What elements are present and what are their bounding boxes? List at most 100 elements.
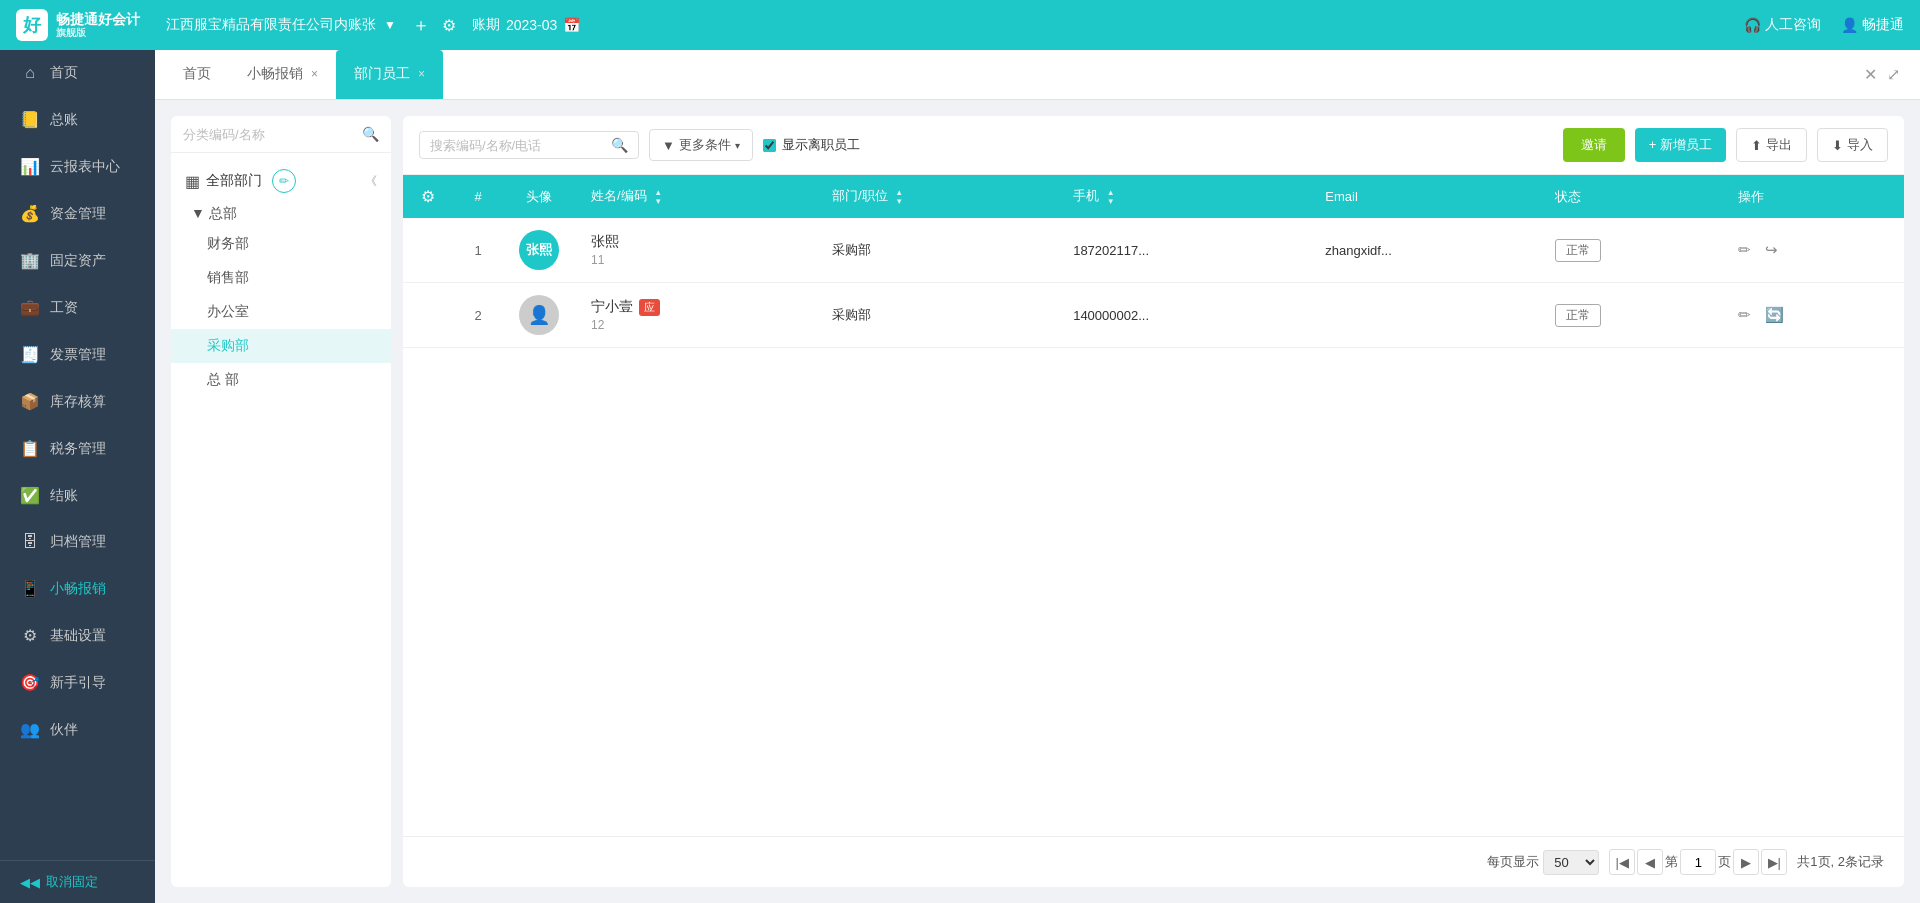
- dept-collapse-btn[interactable]: 《: [365, 173, 377, 190]
- export-btn[interactable]: ⬆ 导出: [1736, 128, 1807, 162]
- tab-home[interactable]: 首页: [165, 50, 229, 99]
- fixed-assets-icon: 🏢: [20, 251, 40, 270]
- toolbar: 🔍 ▼ 更多条件 ▾ 显示离职员工 邀请 + 新增员工: [403, 116, 1904, 175]
- close-all-icon[interactable]: ✕: [1864, 65, 1877, 84]
- import-btn[interactable]: ⬇ 导入: [1817, 128, 1888, 162]
- left-panel: 🔍 ▦ 全部部门 ✏ 《 ▼ 总部 财务部 销售部 办公室 采购部: [171, 116, 391, 887]
- unpin-btn[interactable]: ◀◀ 取消固定: [0, 860, 155, 903]
- dept-list: ▦ 全部部门 ✏ 《 ▼ 总部 财务部 销售部 办公室 采购部 总 部: [171, 153, 391, 887]
- sidebar-label-fund: 资金管理: [50, 205, 106, 223]
- calendar-icon[interactable]: 📅: [563, 17, 580, 33]
- search-icon[interactable]: 🔍: [611, 137, 628, 153]
- topbar: 好 畅捷通好会计 旗舰版 江西服宝精品有限责任公司内账张 ▼ ＋ ⚙ 账期 20…: [0, 0, 1920, 50]
- sidebar-item-ledger[interactable]: 📒 总账: [0, 96, 155, 143]
- sidebar-label-partner: 伙伴: [50, 721, 78, 739]
- sidebar-item-salary[interactable]: 💼 工资: [0, 284, 155, 331]
- sidebar-item-settings[interactable]: ⚙ 基础设置: [0, 612, 155, 659]
- support-btn[interactable]: 🎧 人工咨询: [1744, 16, 1821, 34]
- content-area: 首页 小畅报销 × 部门员工 × ✕ ⤢ 🔍: [155, 50, 1920, 903]
- td-avatar: 👤: [503, 283, 575, 348]
- avatar: 张熙: [519, 230, 559, 270]
- td-status: 正常: [1539, 218, 1721, 283]
- sidebar-item-inventory[interactable]: 📦 库存核算: [0, 378, 155, 425]
- td-num: 2: [453, 283, 503, 348]
- filter-btn[interactable]: ▼ 更多条件 ▾: [649, 129, 753, 161]
- home-icon: ⌂: [20, 64, 40, 82]
- sidebar-item-guide[interactable]: 🎯 新手引导: [0, 659, 155, 706]
- sidebar-item-archive[interactable]: 🗄 归档管理: [0, 519, 155, 565]
- th-settings[interactable]: ⚙: [403, 175, 453, 218]
- close-tab-xiaochang[interactable]: ×: [311, 67, 318, 81]
- td-email: [1309, 283, 1539, 348]
- th-name[interactable]: 姓名/编码 ▲▼: [575, 175, 816, 218]
- sort-name[interactable]: ▲▼: [654, 189, 662, 206]
- dept-all-item[interactable]: ▦ 全部部门 ✏ 《: [171, 161, 391, 201]
- invite-btn[interactable]: 邀请: [1563, 128, 1625, 162]
- td-phone: 140000002...: [1057, 283, 1309, 348]
- th-num: #: [453, 175, 503, 218]
- user-menu[interactable]: 👤 畅捷通: [1841, 16, 1904, 34]
- close-tab-dept-staff[interactable]: ×: [418, 67, 425, 81]
- tab-xiaochang[interactable]: 小畅报销 ×: [229, 50, 336, 99]
- dept-child-purchase[interactable]: 采购部: [171, 329, 391, 363]
- expand-icon[interactable]: ⤢: [1887, 65, 1900, 84]
- dept-child-finance[interactable]: 财务部: [171, 227, 391, 261]
- add-icon[interactable]: ＋: [412, 13, 430, 37]
- sidebar-item-invoice[interactable]: 🧾 发票管理: [0, 331, 155, 378]
- dept-child-general[interactable]: 总 部: [171, 363, 391, 397]
- dept-search-input[interactable]: [183, 127, 356, 142]
- sidebar-item-fund[interactable]: 💰 资金管理: [0, 190, 155, 237]
- inventory-icon: 📦: [20, 392, 40, 411]
- page-size-dropdown[interactable]: 10 20 50 100: [1543, 850, 1599, 875]
- sidebar-item-reports[interactable]: 📊 云报表中心: [0, 143, 155, 190]
- page-number-input[interactable]: [1680, 849, 1716, 875]
- sidebar-item-expense[interactable]: 📱 小畅报销: [0, 565, 155, 612]
- sort-dept[interactable]: ▲▼: [895, 189, 903, 206]
- main-layout: ⌂ 首页 📒 总账 📊 云报表中心 💰 资金管理 🏢 固定资产 💼 工资 🧾 发…: [0, 50, 1920, 903]
- sidebar-label-expense: 小畅报销: [50, 580, 106, 598]
- sidebar-label-invoice: 发票管理: [50, 346, 106, 364]
- show-resigned-checkbox[interactable]: 显示离职员工: [763, 136, 860, 154]
- edit-icon[interactable]: ✏: [1738, 306, 1751, 324]
- sidebar-item-home[interactable]: ⌂ 首页: [0, 50, 155, 96]
- edit-icon[interactable]: ✏: [1738, 241, 1751, 259]
- resigned-check[interactable]: [763, 139, 776, 152]
- dept-child-sales[interactable]: 销售部: [171, 261, 391, 295]
- status-badge: 正常: [1555, 239, 1601, 262]
- next-page-btn[interactable]: ▶: [1733, 849, 1759, 875]
- dept-parent-headquarters[interactable]: ▼ 总部: [171, 201, 391, 227]
- period-selector[interactable]: 账期 2023-03 📅: [472, 16, 580, 34]
- sidebar-label-tax: 税务管理: [50, 440, 106, 458]
- settings-icon[interactable]: ⚙: [442, 16, 456, 35]
- dept-child-office[interactable]: 办公室: [171, 295, 391, 329]
- last-page-btn[interactable]: ▶|: [1761, 849, 1787, 875]
- dept-all-label: 全部部门: [206, 172, 262, 190]
- collapse-arrow: ▼: [191, 205, 209, 221]
- more-icon[interactable]: 🔄: [1765, 306, 1784, 324]
- dept-edit-btn[interactable]: ✏: [272, 169, 296, 193]
- sidebar-item-tax[interactable]: 📋 税务管理: [0, 425, 155, 472]
- tab-dept-staff[interactable]: 部门员工 ×: [336, 50, 443, 99]
- sidebar-item-settle[interactable]: ✅ 结账: [0, 472, 155, 519]
- sidebar-item-fixed-assets[interactable]: 🏢 固定资产: [0, 237, 155, 284]
- company-name[interactable]: 江西服宝精品有限责任公司内账张 ▼ ＋ ⚙: [166, 13, 456, 37]
- guide-icon: 🎯: [20, 673, 40, 692]
- th-phone[interactable]: 手机 ▲▼: [1057, 175, 1309, 218]
- ledger-icon: 📒: [20, 110, 40, 129]
- pin-icon: ◀◀: [20, 875, 40, 890]
- search-icon[interactable]: 🔍: [362, 126, 379, 142]
- chevron-down-icon[interactable]: ▼: [384, 18, 396, 32]
- th-dept[interactable]: 部门/职位 ▲▼: [816, 175, 1057, 218]
- sort-phone[interactable]: ▲▼: [1107, 189, 1115, 206]
- status-badge: 正常: [1555, 304, 1601, 327]
- settings-nav-icon: ⚙: [20, 626, 40, 645]
- headset-icon: 🎧: [1744, 17, 1761, 33]
- import-icon: ⬇: [1832, 138, 1843, 153]
- add-employee-btn[interactable]: + 新增员工: [1635, 128, 1726, 162]
- prev-page-btn[interactable]: ◀: [1637, 849, 1663, 875]
- sidebar-label-inventory: 库存核算: [50, 393, 106, 411]
- first-page-btn[interactable]: |◀: [1609, 849, 1635, 875]
- sidebar-item-partner[interactable]: 👥 伙伴: [0, 706, 155, 753]
- more-icon[interactable]: ↪: [1765, 241, 1778, 259]
- staff-search-input[interactable]: [430, 138, 605, 153]
